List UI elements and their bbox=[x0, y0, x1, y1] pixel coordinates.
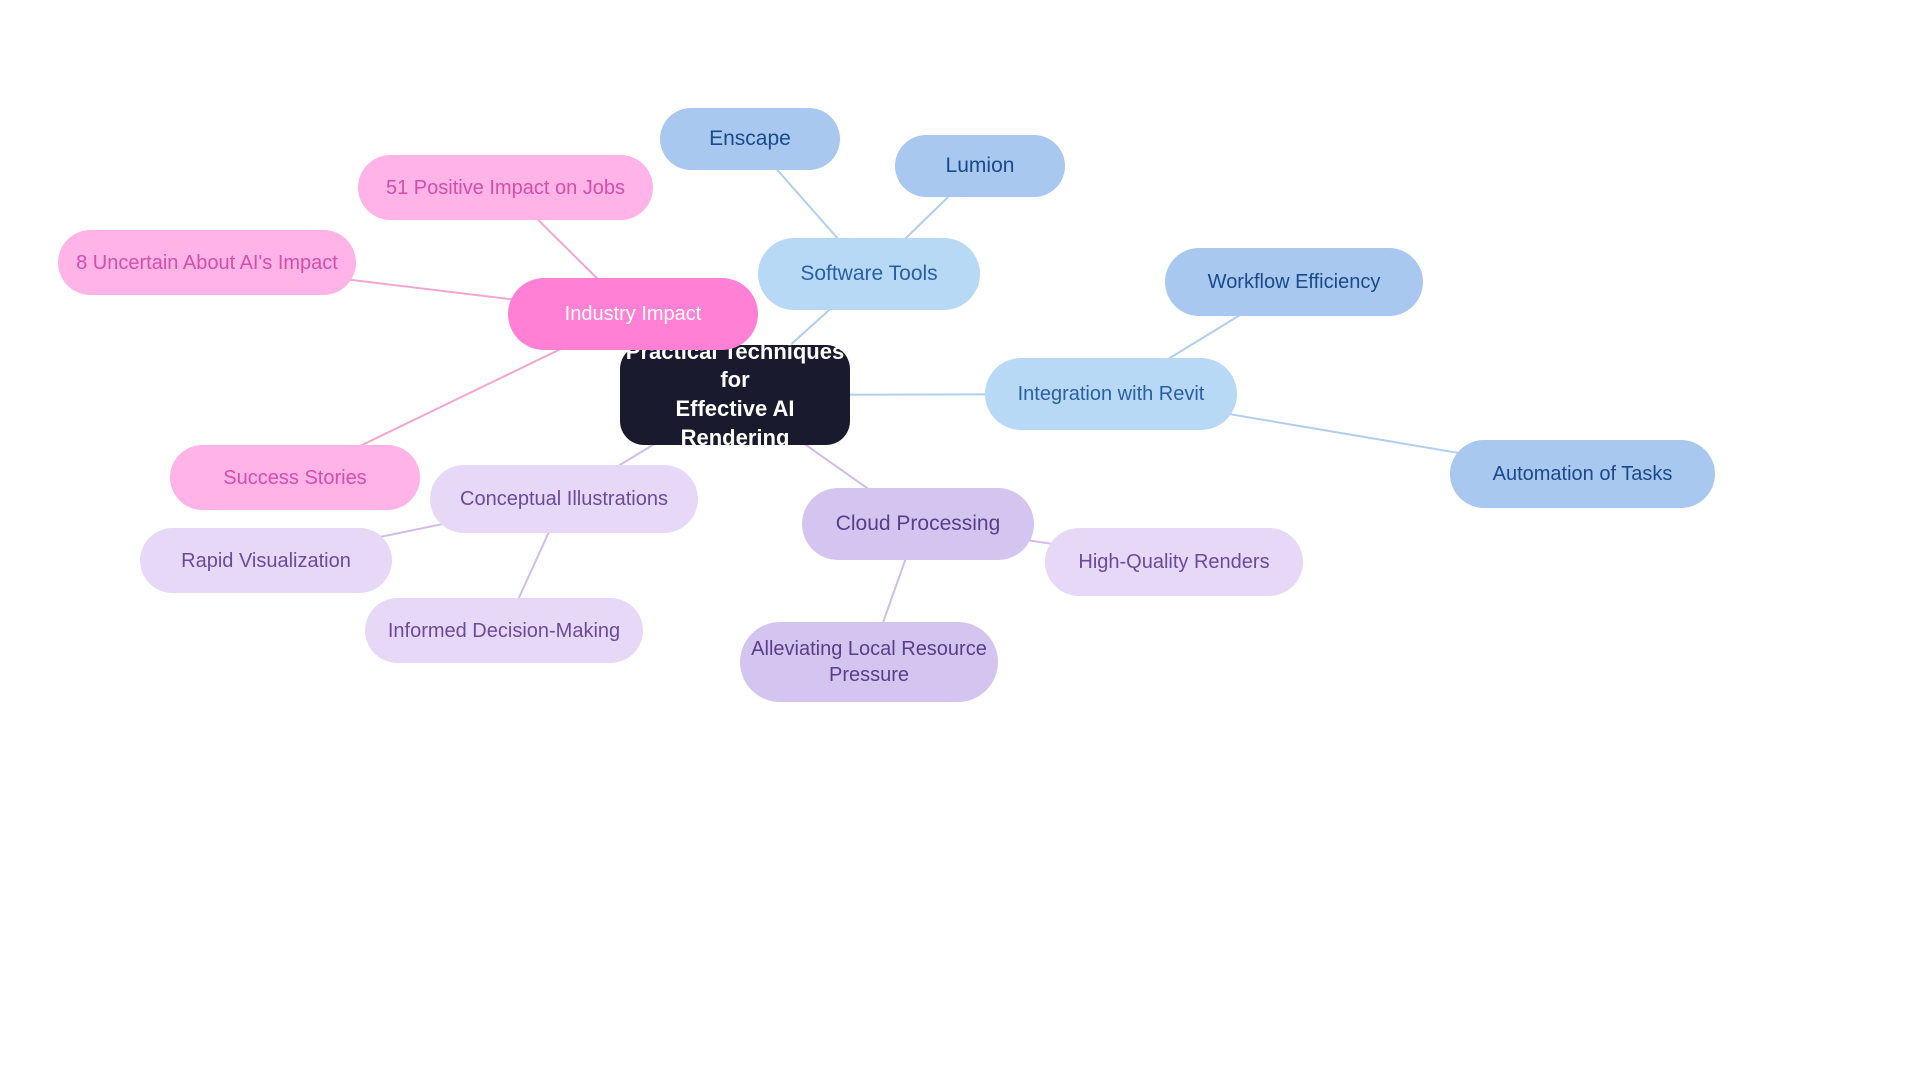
informed-node[interactable]: Informed Decision-Making bbox=[365, 598, 643, 663]
success-stories-node[interactable]: Success Stories bbox=[170, 445, 420, 510]
enscape-label: Enscape bbox=[709, 125, 791, 152]
workflow-efficiency-node[interactable]: Workflow Efficiency bbox=[1165, 248, 1423, 316]
automation-label: Automation of Tasks bbox=[1493, 461, 1673, 487]
automation-node[interactable]: Automation of Tasks bbox=[1450, 440, 1715, 508]
software-tools-node[interactable]: Software Tools bbox=[758, 238, 980, 310]
center-label: Practical Techniques forEffective AI Ren… bbox=[620, 338, 850, 452]
uncertain-node[interactable]: 8 Uncertain About AI's Impact bbox=[58, 230, 356, 295]
alleviating-node[interactable]: Alleviating Local Resource Pressure bbox=[740, 622, 998, 702]
rapid-viz-label: Rapid Visualization bbox=[181, 548, 351, 574]
high-quality-label: High-Quality Renders bbox=[1078, 549, 1269, 575]
workflow-efficiency-label: Workflow Efficiency bbox=[1208, 269, 1381, 295]
cloud-processing-node[interactable]: Cloud Processing bbox=[802, 488, 1034, 560]
industry-impact-node[interactable]: Industry Impact bbox=[508, 278, 758, 350]
conceptual-label: Conceptual Illustrations bbox=[460, 486, 668, 512]
positive-impact-label: 51 Positive Impact on Jobs bbox=[386, 175, 625, 201]
cloud-processing-label: Cloud Processing bbox=[836, 510, 1001, 537]
rapid-viz-node[interactable]: Rapid Visualization bbox=[140, 528, 392, 593]
high-quality-node[interactable]: High-Quality Renders bbox=[1045, 528, 1303, 596]
center-node[interactable]: Practical Techniques forEffective AI Ren… bbox=[620, 345, 850, 445]
industry-impact-label: Industry Impact bbox=[565, 301, 702, 327]
informed-label: Informed Decision-Making bbox=[388, 618, 620, 644]
positive-impact-node[interactable]: 51 Positive Impact on Jobs bbox=[358, 155, 653, 220]
software-tools-label: Software Tools bbox=[800, 260, 937, 287]
success-stories-label: Success Stories bbox=[223, 465, 366, 491]
integration-revit-node[interactable]: Integration with Revit bbox=[985, 358, 1237, 430]
alleviating-label: Alleviating Local Resource Pressure bbox=[740, 636, 998, 688]
lumion-label: Lumion bbox=[946, 152, 1015, 179]
conceptual-node[interactable]: Conceptual Illustrations bbox=[430, 465, 698, 533]
enscape-node[interactable]: Enscape bbox=[660, 108, 840, 170]
integration-revit-label: Integration with Revit bbox=[1018, 381, 1205, 407]
lumion-node[interactable]: Lumion bbox=[895, 135, 1065, 197]
uncertain-label: 8 Uncertain About AI's Impact bbox=[76, 250, 338, 276]
